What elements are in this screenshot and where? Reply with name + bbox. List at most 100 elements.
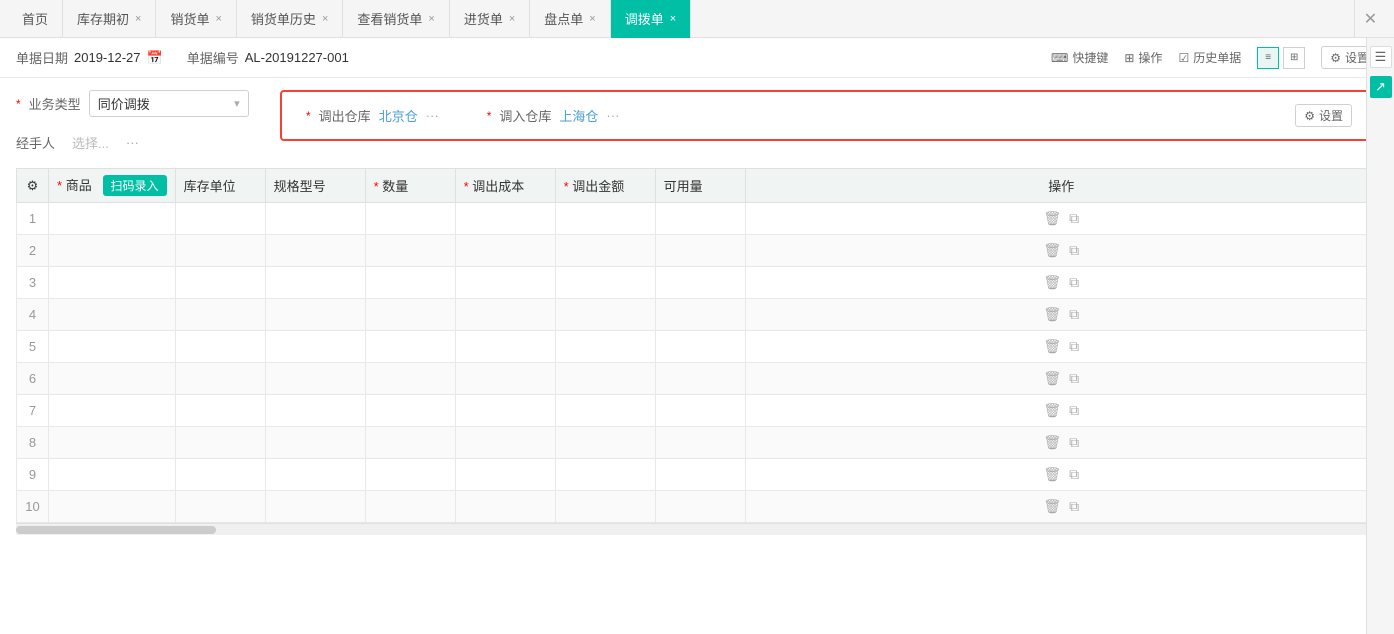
row-amount-8[interactable] (555, 427, 655, 459)
row-unit-2[interactable] (175, 235, 265, 267)
row-qty-8[interactable] (365, 427, 455, 459)
row-qty-7[interactable] (365, 395, 455, 427)
copy-icon-2[interactable]: ⧉ (1069, 242, 1079, 259)
close-inventory-init[interactable]: × (135, 13, 141, 25)
row-cost-1[interactable] (455, 203, 555, 235)
scroll-area[interactable] (16, 523, 1378, 535)
tab-transfer[interactable]: 调拨单 × (611, 0, 691, 38)
layout-grid-btn[interactable]: ⊞ (1283, 47, 1305, 69)
row-product-8[interactable] (49, 427, 176, 459)
tab-view-sales[interactable]: 查看销货单 × (343, 0, 449, 38)
row-qty-6[interactable] (365, 363, 455, 395)
row-cost-10[interactable] (455, 491, 555, 523)
tab-home[interactable]: 首页 (8, 0, 63, 38)
copy-icon-6[interactable]: ⧉ (1069, 370, 1079, 387)
warehouse-in-value[interactable]: 上海仓 (559, 106, 598, 125)
row-amount-7[interactable] (555, 395, 655, 427)
layout-list-btn[interactable]: ≡ (1257, 47, 1279, 69)
row-amount-1[interactable] (555, 203, 655, 235)
row-cost-5[interactable] (455, 331, 555, 363)
warehouse-in-more-icon[interactable]: ··· (606, 108, 619, 123)
row-amount-4[interactable] (555, 299, 655, 331)
close-stocktake[interactable]: × (589, 13, 595, 25)
row-unit-3[interactable] (175, 267, 265, 299)
row-cost-9[interactable] (455, 459, 555, 491)
tab-sales-order[interactable]: 销货单 × (156, 0, 236, 38)
row-product-9[interactable] (49, 459, 176, 491)
row-spec-6[interactable] (265, 363, 365, 395)
row-unit-9[interactable] (175, 459, 265, 491)
delete-icon-3[interactable]: 🗑 (1043, 274, 1061, 291)
close-view-sales[interactable]: × (428, 13, 434, 25)
row-cost-2[interactable] (455, 235, 555, 267)
row-available-9[interactable] (655, 459, 745, 491)
delete-icon-1[interactable]: 🗑 (1043, 210, 1061, 227)
row-available-2[interactable] (655, 235, 745, 267)
row-product-6[interactable] (49, 363, 176, 395)
gear-icon[interactable]: ⚙ (27, 178, 39, 193)
row-available-5[interactable] (655, 331, 745, 363)
row-spec-2[interactable] (265, 235, 365, 267)
business-type-select[interactable]: 同价调拨 ▾ (89, 90, 249, 117)
row-unit-7[interactable] (175, 395, 265, 427)
copy-icon-4[interactable]: ⧉ (1069, 306, 1079, 323)
tab-sales-history[interactable]: 销货单历史 × (237, 0, 343, 38)
row-amount-3[interactable] (555, 267, 655, 299)
calendar-icon[interactable]: 📅 (147, 50, 163, 66)
copy-icon-3[interactable]: ⧉ (1069, 274, 1079, 291)
row-qty-4[interactable] (365, 299, 455, 331)
row-qty-10[interactable] (365, 491, 455, 523)
delete-icon-7[interactable]: 🗑 (1043, 402, 1061, 419)
row-product-10[interactable] (49, 491, 176, 523)
row-unit-6[interactable] (175, 363, 265, 395)
row-available-10[interactable] (655, 491, 745, 523)
scroll-thumb[interactable] (16, 526, 216, 534)
row-amount-2[interactable] (555, 235, 655, 267)
row-unit-8[interactable] (175, 427, 265, 459)
copy-icon-8[interactable]: ⧉ (1069, 434, 1079, 451)
row-qty-1[interactable] (365, 203, 455, 235)
copy-icon-7[interactable]: ⧉ (1069, 402, 1079, 419)
row-product-4[interactable] (49, 299, 176, 331)
operator-more-icon[interactable]: ··· (126, 135, 139, 150)
row-product-1[interactable] (49, 203, 176, 235)
row-product-2[interactable] (49, 235, 176, 267)
delete-icon-9[interactable]: 🗑 (1043, 466, 1061, 483)
close-sales-history[interactable]: × (322, 13, 328, 25)
row-spec-8[interactable] (265, 427, 365, 459)
row-product-7[interactable] (49, 395, 176, 427)
operator-input[interactable]: 选择... (63, 129, 118, 156)
history-btn[interactable]: ☑ 历史单据 (1178, 49, 1241, 66)
window-close-button[interactable]: ✕ (1354, 0, 1386, 38)
tab-purchase[interactable]: 进货单 × (450, 0, 530, 38)
close-sales-order[interactable]: × (215, 13, 221, 25)
row-spec-5[interactable] (265, 331, 365, 363)
row-cost-6[interactable] (455, 363, 555, 395)
row-cost-3[interactable] (455, 267, 555, 299)
tab-inventory-init[interactable]: 库存期初 × (63, 0, 156, 38)
delete-icon-5[interactable]: 🗑 (1043, 338, 1061, 355)
row-spec-1[interactable] (265, 203, 365, 235)
delete-icon-6[interactable]: 🗑 (1043, 370, 1061, 387)
row-spec-4[interactable] (265, 299, 365, 331)
delete-icon-10[interactable]: 🗑 (1043, 498, 1061, 515)
tab-stocktake[interactable]: 盘点单 × (530, 0, 610, 38)
copy-icon-5[interactable]: ⧉ (1069, 338, 1079, 355)
copy-icon-9[interactable]: ⧉ (1069, 466, 1079, 483)
row-cost-4[interactable] (455, 299, 555, 331)
row-amount-10[interactable] (555, 491, 655, 523)
sidebar-list-icon[interactable]: ☰ (1370, 46, 1392, 68)
delete-icon-2[interactable]: 🗑 (1043, 242, 1061, 259)
close-transfer[interactable]: × (670, 13, 676, 25)
row-product-3[interactable] (49, 267, 176, 299)
row-qty-3[interactable] (365, 267, 455, 299)
warehouse-out-value[interactable]: 北京仓 (379, 106, 418, 125)
row-available-6[interactable] (655, 363, 745, 395)
row-available-3[interactable] (655, 267, 745, 299)
row-qty-5[interactable] (365, 331, 455, 363)
row-qty-9[interactable] (365, 459, 455, 491)
row-unit-1[interactable] (175, 203, 265, 235)
copy-icon-10[interactable]: ⧉ (1069, 498, 1079, 515)
row-product-5[interactable] (49, 331, 176, 363)
date-value[interactable]: 2019-12-27 (74, 50, 141, 65)
